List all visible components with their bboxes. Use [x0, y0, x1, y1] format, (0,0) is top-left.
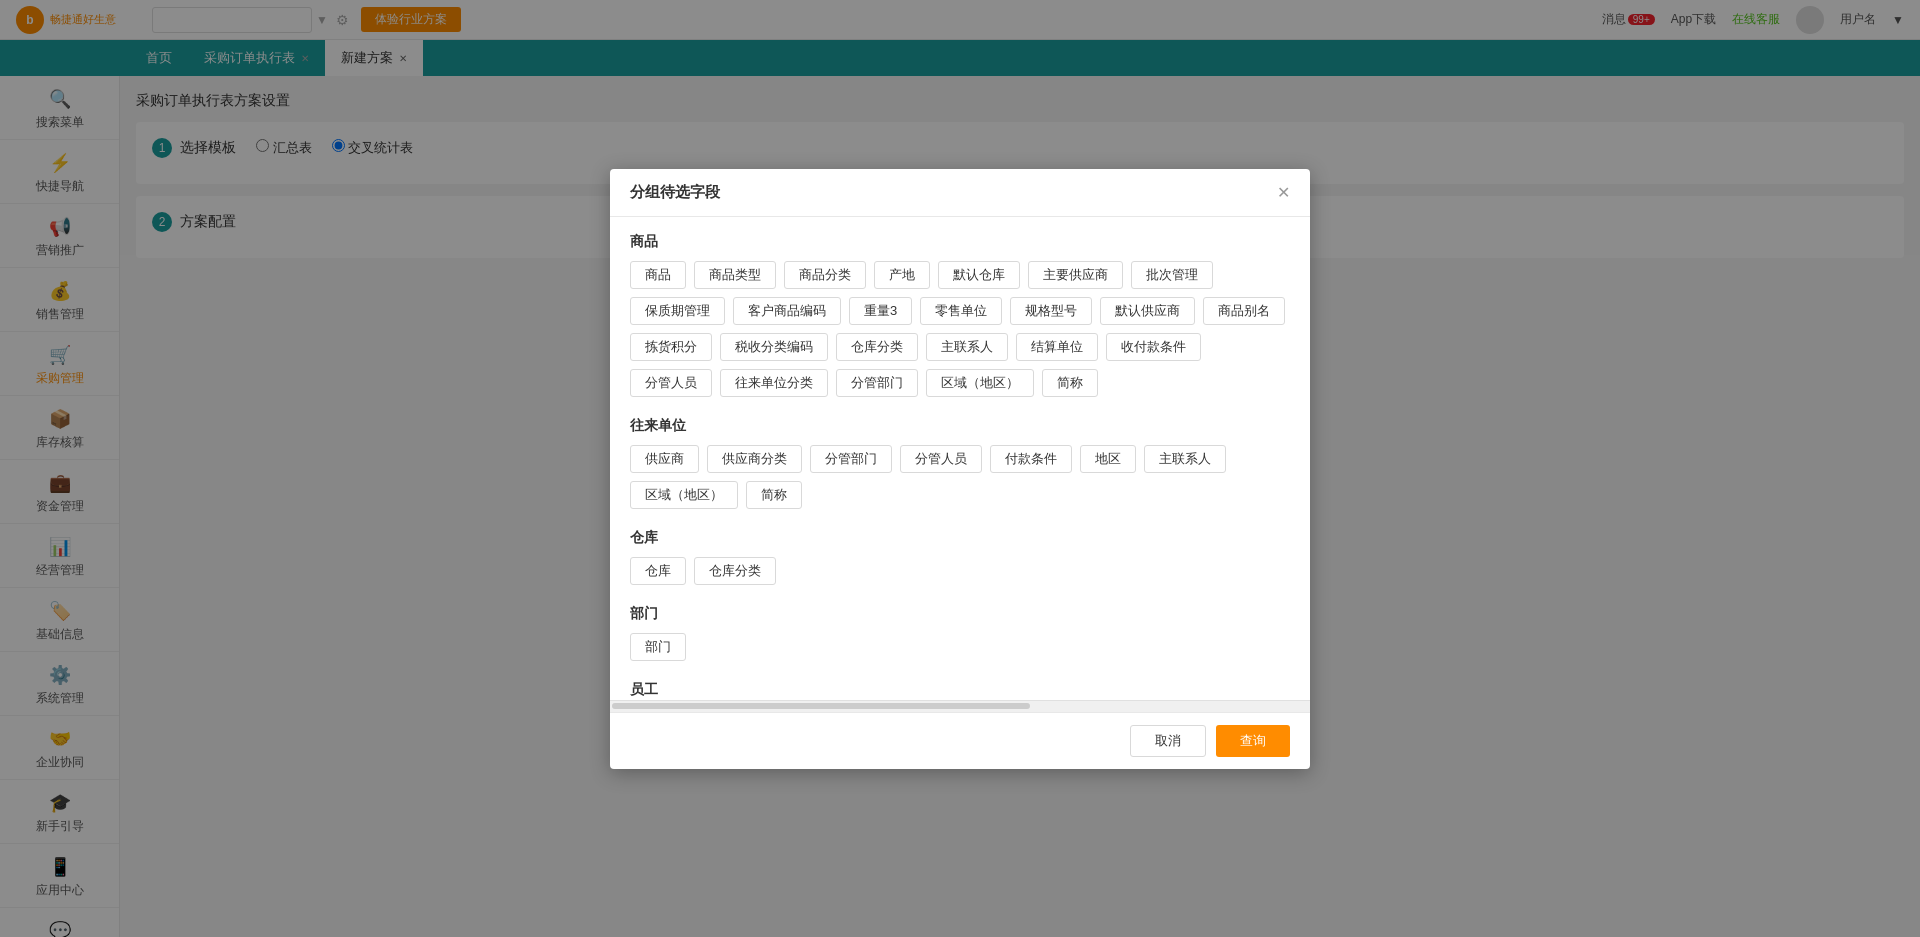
field-tag[interactable]: 重量3: [849, 297, 912, 325]
field-tag[interactable]: 分管部门: [810, 445, 892, 473]
modal-title: 分组待选字段: [630, 183, 720, 202]
field-group-goods: 商品 商品 商品类型 商品分类 产地 默认仓库 主要供应商 批次管理 保质期管理…: [630, 233, 1290, 397]
field-group-dept: 部门 部门: [630, 605, 1290, 661]
field-tag[interactable]: 地区: [1080, 445, 1136, 473]
field-tag[interactable]: 商品: [630, 261, 686, 289]
field-tag[interactable]: 部门: [630, 633, 686, 661]
confirm-button[interactable]: 查询: [1216, 725, 1290, 757]
field-tag[interactable]: 主联系人: [1144, 445, 1226, 473]
field-tag[interactable]: 默认仓库: [938, 261, 1020, 289]
modal-body: 商品 商品 商品类型 商品分类 产地 默认仓库 主要供应商 批次管理 保质期管理…: [610, 217, 1310, 700]
field-select-modal: 分组待选字段 ✕ 商品 商品 商品类型 商品分类 产地 默认仓库 主要供应商 批…: [610, 169, 1310, 769]
field-tag[interactable]: 仓库分类: [836, 333, 918, 361]
field-group-partners: 往来单位 供应商 供应商分类 分管部门 分管人员 付款条件 地区 主联系人 区域…: [630, 417, 1290, 509]
field-tag[interactable]: 批次管理: [1131, 261, 1213, 289]
field-tag[interactable]: 默认供应商: [1100, 297, 1195, 325]
partners-group-title: 往来单位: [630, 417, 1290, 435]
warehouse-group-title: 仓库: [630, 529, 1290, 547]
field-tag[interactable]: 付款条件: [990, 445, 1072, 473]
partners-tags: 供应商 供应商分类 分管部门 分管人员 付款条件 地区 主联系人 区域（地区） …: [630, 445, 1290, 509]
field-group-warehouse: 仓库 仓库 仓库分类: [630, 529, 1290, 585]
field-tag[interactable]: 区域（地区）: [630, 481, 738, 509]
field-tag[interactable]: 分管人员: [630, 369, 712, 397]
staff-group-title: 员工: [630, 681, 1290, 699]
field-tag[interactable]: 仓库分类: [694, 557, 776, 585]
field-tag[interactable]: 商品别名: [1203, 297, 1285, 325]
field-tag[interactable]: 区域（地区）: [926, 369, 1034, 397]
modal-footer: 取消 查询: [610, 712, 1310, 769]
field-tag[interactable]: 供应商: [630, 445, 699, 473]
field-tag[interactable]: 拣货积分: [630, 333, 712, 361]
field-tag[interactable]: 规格型号: [1010, 297, 1092, 325]
field-tag[interactable]: 商品类型: [694, 261, 776, 289]
modal-close-btn[interactable]: ✕: [1277, 183, 1290, 202]
goods-tags: 商品 商品类型 商品分类 产地 默认仓库 主要供应商 批次管理 保质期管理 客户…: [630, 261, 1290, 397]
field-tag[interactable]: 主要供应商: [1028, 261, 1123, 289]
field-tag[interactable]: 简称: [746, 481, 802, 509]
field-tag[interactable]: 零售单位: [920, 297, 1002, 325]
field-tag[interactable]: 税收分类编码: [720, 333, 828, 361]
field-tag[interactable]: 结算单位: [1016, 333, 1098, 361]
cancel-button[interactable]: 取消: [1130, 725, 1206, 757]
modal-header: 分组待选字段 ✕: [610, 169, 1310, 217]
field-tag[interactable]: 分管人员: [900, 445, 982, 473]
field-tag[interactable]: 仓库: [630, 557, 686, 585]
goods-group-title: 商品: [630, 233, 1290, 251]
field-tag[interactable]: 供应商分类: [707, 445, 802, 473]
field-tag[interactable]: 产地: [874, 261, 930, 289]
field-tag[interactable]: 往来单位分类: [720, 369, 828, 397]
warehouse-tags: 仓库 仓库分类: [630, 557, 1290, 585]
field-tag[interactable]: 保质期管理: [630, 297, 725, 325]
hscroll-thumb: [612, 703, 1030, 709]
field-tag[interactable]: 主联系人: [926, 333, 1008, 361]
dept-group-title: 部门: [630, 605, 1290, 623]
field-tag[interactable]: 分管部门: [836, 369, 918, 397]
field-tag[interactable]: 商品分类: [784, 261, 866, 289]
field-tag[interactable]: 简称: [1042, 369, 1098, 397]
dept-tags: 部门: [630, 633, 1290, 661]
field-group-staff: 员工 业务员: [630, 681, 1290, 700]
field-tag[interactable]: 收付款条件: [1106, 333, 1201, 361]
modal-hscroll: [610, 700, 1310, 712]
field-tag[interactable]: 客户商品编码: [733, 297, 841, 325]
